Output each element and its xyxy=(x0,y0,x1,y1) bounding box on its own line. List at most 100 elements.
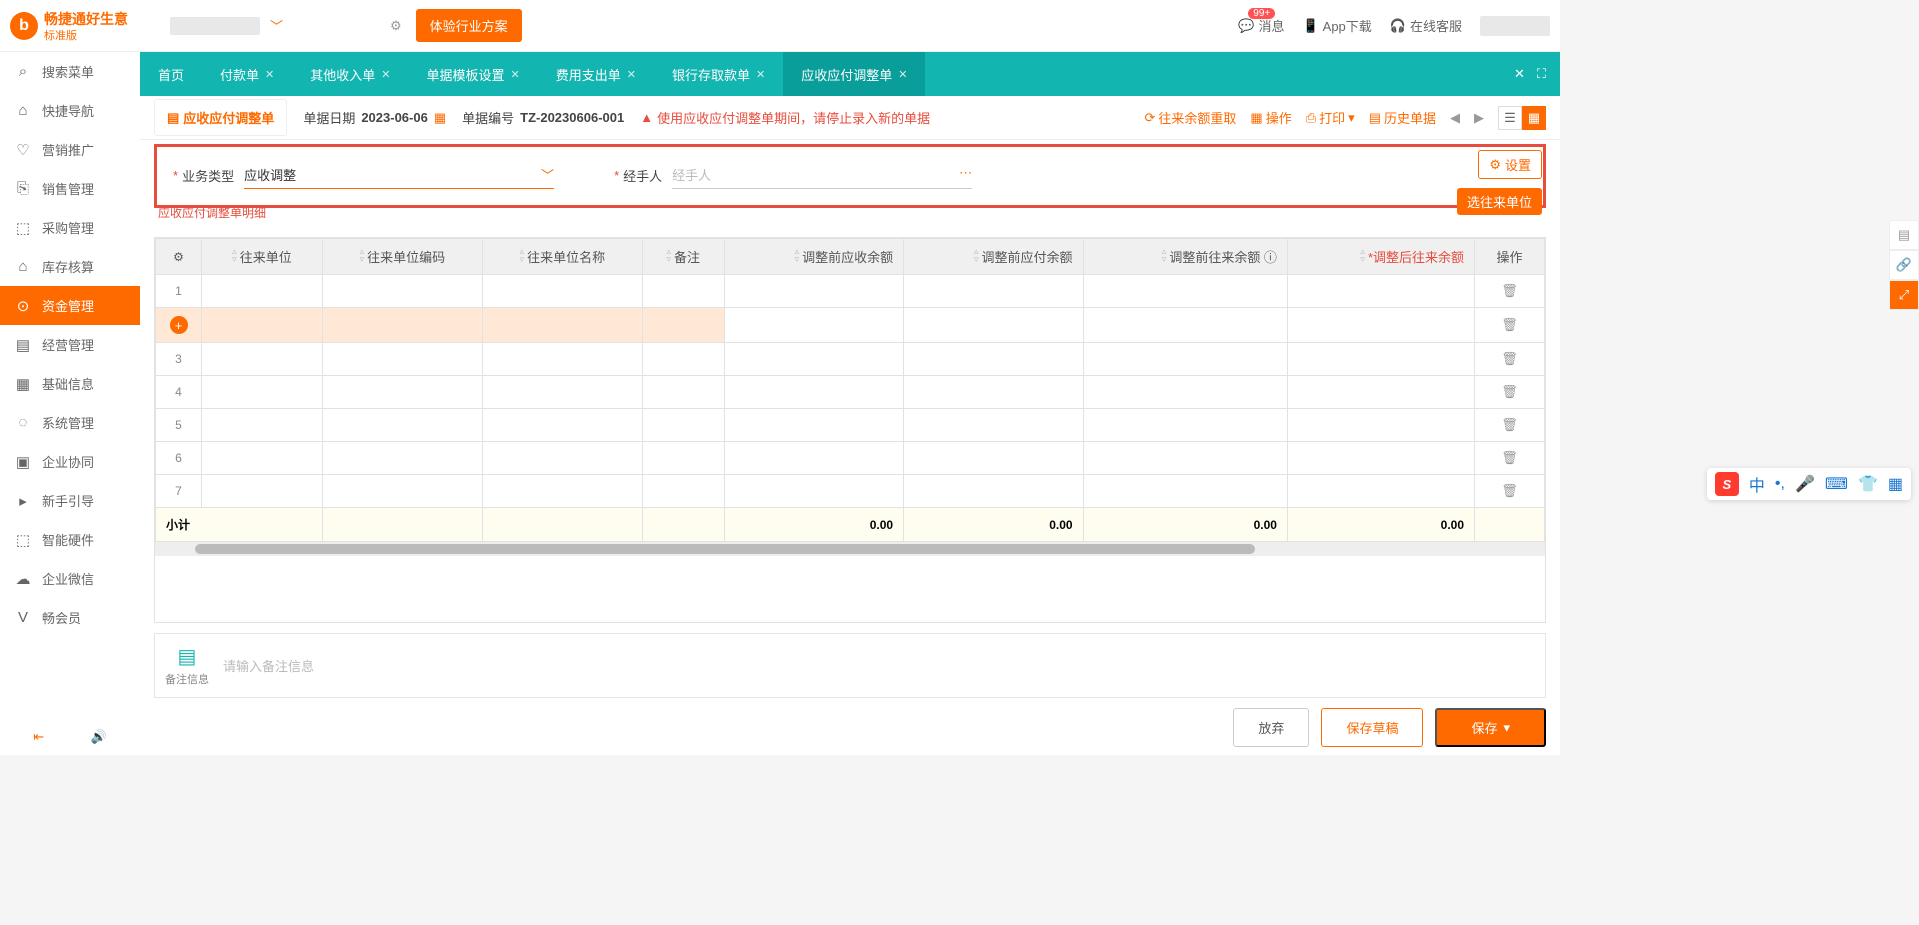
view-list-icon[interactable]: ☰ xyxy=(1498,106,1522,130)
sales-icon: ⎘ xyxy=(14,180,32,198)
sidebar-item-system[interactable]: ◌系统管理 xyxy=(0,403,140,442)
delete-icon[interactable]: 🗑 xyxy=(1501,317,1518,332)
sidebar-item-search[interactable]: ⌕搜索菜单 xyxy=(0,52,140,91)
org-select[interactable]: ﹀ xyxy=(170,16,380,35)
table-row[interactable]: +🗑 xyxy=(156,308,1545,343)
sidebar-item-hardware[interactable]: ⬚智能硬件 xyxy=(0,520,140,559)
dock-attach-icon[interactable]: 🔗 xyxy=(1889,250,1919,280)
delete-icon[interactable]: 🗑 xyxy=(1501,483,1518,498)
close-all-icon[interactable]: ✕ xyxy=(1514,66,1525,82)
messages-button[interactable]: 💬 消息 99+ xyxy=(1238,16,1284,35)
col-code[interactable]: ▵▿往来单位编码 xyxy=(322,239,482,275)
delete-icon[interactable]: 🗑 xyxy=(1501,384,1518,399)
view-grid-icon[interactable]: ▦ xyxy=(1522,106,1546,130)
dock-note-icon[interactable]: ▤ xyxy=(1889,220,1919,250)
col-remark[interactable]: ▵▿备注 xyxy=(642,239,724,275)
next-icon[interactable]: ▶ xyxy=(1474,110,1484,126)
col-after[interactable]: ▵▿*调整后往来余额 xyxy=(1287,239,1474,275)
close-icon[interactable]: ✕ xyxy=(265,68,274,81)
horizontal-scrollbar[interactable] xyxy=(155,542,1545,556)
delete-icon[interactable]: 🗑 xyxy=(1501,283,1518,298)
dock-expand-icon[interactable]: ⤢ xyxy=(1889,280,1919,310)
close-icon[interactable]: ✕ xyxy=(898,68,907,81)
cart-icon: ⬚ xyxy=(14,219,32,237)
tab-home[interactable]: 首页 xyxy=(140,52,202,96)
table-row[interactable]: 6🗑 xyxy=(156,442,1545,475)
data-icon: ▦ xyxy=(14,375,32,393)
col-pay[interactable]: ▵▿调整前应付余额 xyxy=(904,239,1083,275)
print-button[interactable]: ⎙打印▾ xyxy=(1306,108,1355,127)
sidebar-item-sales[interactable]: ⎘销售管理 xyxy=(0,169,140,208)
delete-icon[interactable]: 🗑 xyxy=(1501,351,1518,366)
sidebar-item-collab[interactable]: ▣企业协同 xyxy=(0,442,140,481)
tab-expense[interactable]: 费用支出单✕ xyxy=(538,52,654,96)
sidebar-item-purchase[interactable]: ⬚采购管理 xyxy=(0,208,140,247)
sidebar-item-operation[interactable]: ▤经营管理 xyxy=(0,325,140,364)
support-button[interactable]: 🎧 在线客服 xyxy=(1390,16,1462,35)
remark-input[interactable]: 请输入备注信息 xyxy=(223,656,314,675)
ime-tool-icon[interactable]: ▦ xyxy=(1888,474,1903,494)
message-icon: 💬 xyxy=(1238,18,1254,34)
delete-icon[interactable]: 🗑 xyxy=(1501,450,1518,465)
delete-icon[interactable]: 🗑 xyxy=(1501,417,1518,432)
app-download-button[interactable]: 📱 App下载 xyxy=(1302,16,1371,35)
save-draft-button[interactable]: 保存草稿 xyxy=(1321,708,1423,747)
settings-button[interactable]: ⚙设置 xyxy=(1478,150,1542,179)
ime-lang[interactable]: 中 xyxy=(1749,472,1765,496)
sidebar-item-quicknav[interactable]: ⌂快捷导航 xyxy=(0,91,140,130)
handler-input[interactable]: 经手人 ⋯ xyxy=(672,161,972,189)
sidebar-item-funds[interactable]: ⊙资金管理 xyxy=(0,286,140,325)
table-row[interactable]: 5🗑 xyxy=(156,409,1545,442)
biz-type-select[interactable]: 应收调整 ﹀ xyxy=(244,161,554,189)
history-button[interactable]: ▤历史单据 xyxy=(1369,108,1436,127)
message-badge: 99+ xyxy=(1248,8,1275,19)
table-row[interactable]: 7🗑 xyxy=(156,475,1545,508)
col-name[interactable]: ▵▿往来单位名称 xyxy=(482,239,642,275)
tab-template[interactable]: 单据模板设置✕ xyxy=(408,52,537,96)
ime-toolbar[interactable]: S 中 •, 🎤 ⌨ 👕 ▦ xyxy=(1707,468,1911,500)
tab-other-income[interactable]: 其他收入单✕ xyxy=(292,52,408,96)
doc-date[interactable]: 2023-06-06 xyxy=(361,110,428,125)
sidebar-item-inventory[interactable]: ⌂库存核算 xyxy=(0,247,140,286)
sidebar-item-member[interactable]: V畅会员 xyxy=(0,598,140,637)
calendar-icon[interactable]: ▦ xyxy=(434,110,446,126)
col-actions: 操作 xyxy=(1475,239,1545,275)
save-button[interactable]: 保存▾ xyxy=(1435,708,1546,747)
ime-punct-icon[interactable]: •, xyxy=(1775,475,1785,493)
add-row-icon[interactable]: + xyxy=(170,316,188,334)
money-icon: ⊙ xyxy=(14,297,32,315)
sidebar-item-marketing[interactable]: ♡营销推广 xyxy=(0,130,140,169)
sidebar-item-basedata[interactable]: ▦基础信息 xyxy=(0,364,140,403)
prev-icon[interactable]: ◀ xyxy=(1450,110,1460,126)
user-avatar[interactable] xyxy=(1480,16,1550,36)
table-row[interactable]: 3🗑 xyxy=(156,343,1545,376)
tab-bank[interactable]: 银行存取款单✕ xyxy=(654,52,783,96)
collapse-icon[interactable]: ⇤ xyxy=(33,729,44,745)
col-unit[interactable]: ▵▿往来单位 xyxy=(202,239,323,275)
close-icon[interactable]: ✕ xyxy=(511,68,520,81)
table-row[interactable]: 4🗑 xyxy=(156,376,1545,409)
ime-keyboard-icon[interactable]: ⌨ xyxy=(1825,474,1848,494)
close-icon[interactable]: ✕ xyxy=(756,68,765,81)
tab-adjust[interactable]: 应收应付调整单✕ xyxy=(783,52,925,96)
more-icon[interactable]: ⋯ xyxy=(959,165,972,184)
sidebar-item-wechat[interactable]: ☁企业微信 xyxy=(0,559,140,598)
reset-balance-button[interactable]: ⟳往来余额重取 xyxy=(1145,108,1237,127)
table-row[interactable]: 1🗑 xyxy=(156,275,1545,308)
col-gear[interactable]: ⚙ xyxy=(156,239,202,275)
operate-button[interactable]: ▦操作 xyxy=(1250,108,1291,127)
fullscreen-icon[interactable]: ⛶ xyxy=(1537,66,1546,82)
col-before[interactable]: ▵▿调整前往来余额 ⓘ xyxy=(1083,239,1287,275)
ime-skin-icon[interactable]: 👕 xyxy=(1858,474,1878,494)
col-recv[interactable]: ▵▿调整前应收余额 xyxy=(724,239,903,275)
tab-payment[interactable]: 付款单✕ xyxy=(202,52,292,96)
try-industry-button[interactable]: 体验行业方案 xyxy=(416,9,522,42)
sidebar-item-guide[interactable]: ▸新手引导 xyxy=(0,481,140,520)
gear-icon[interactable]: ⚙ xyxy=(390,18,402,34)
discard-button[interactable]: 放弃 xyxy=(1233,708,1309,747)
close-icon[interactable]: ✕ xyxy=(627,68,636,81)
ime-mic-icon[interactable]: 🎤 xyxy=(1795,474,1815,494)
sound-icon[interactable]: 🔊 xyxy=(91,729,107,745)
tabs: 首页 付款单✕ 其他收入单✕ 单据模板设置✕ 费用支出单✕ 银行存取款单✕ 应收… xyxy=(140,52,1560,96)
close-icon[interactable]: ✕ xyxy=(381,68,390,81)
